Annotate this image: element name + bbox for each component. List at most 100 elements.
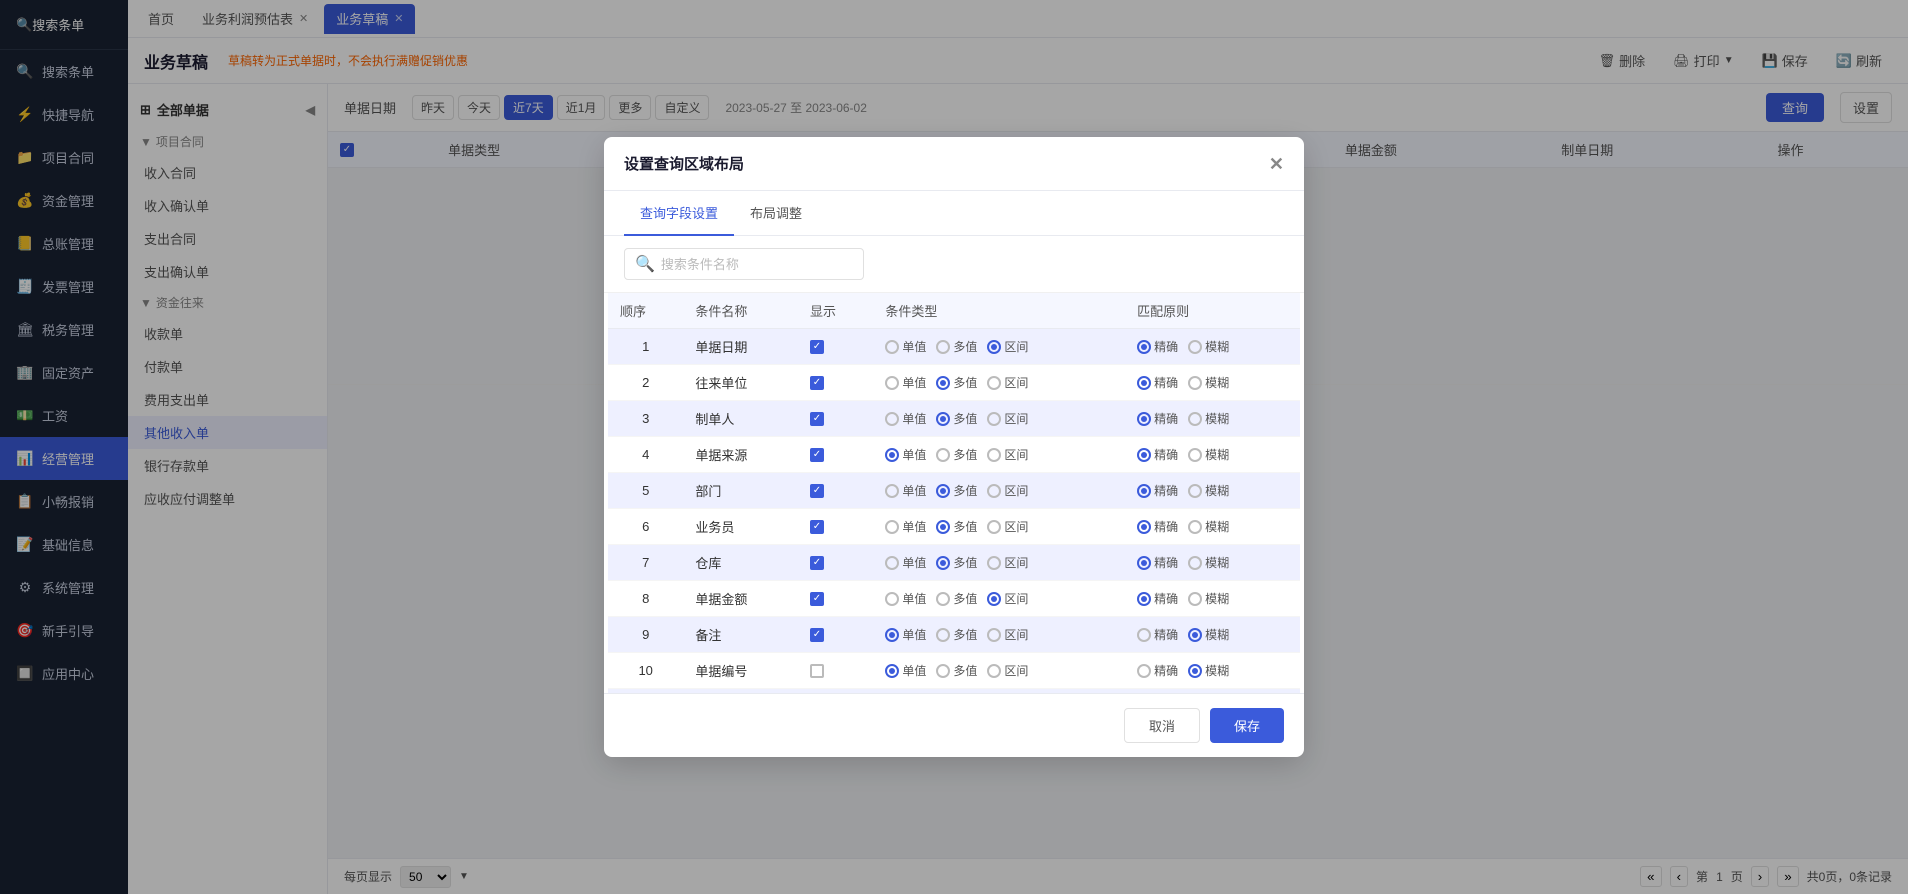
condition-type-radio-label[interactable]: 区间 [987,554,1028,571]
radio-button[interactable] [987,556,1001,570]
radio-button[interactable] [987,520,1001,534]
condition-type-radio-label[interactable]: 单值 [885,446,926,463]
match-radio-label[interactable]: 模糊 [1188,338,1229,355]
radio-button[interactable] [936,412,950,426]
radio-button[interactable] [987,376,1001,390]
condition-type-radio-label[interactable]: 多值 [936,662,977,679]
condition-type-radio-label[interactable]: 多值 [936,590,977,607]
modal-save-button[interactable]: 保存 [1210,708,1284,743]
match-radio-label[interactable]: 精确 [1137,374,1178,391]
match-radio-button[interactable] [1188,664,1202,678]
radio-button[interactable] [885,520,899,534]
modal-overlay[interactable]: 设置查询区域布局 ✕ 查询字段设置布局调整 🔍 顺序条件名称显示条件类型匹配原则… [0,0,1908,894]
display-checkbox[interactable] [810,664,824,678]
radio-button[interactable] [987,412,1001,426]
display-checkbox[interactable] [810,520,824,534]
radio-button[interactable] [936,484,950,498]
match-radio-label[interactable]: 精确 [1137,554,1178,571]
match-radio-label[interactable]: 模糊 [1188,662,1229,679]
radio-button[interactable] [987,664,1001,678]
display-checkbox[interactable] [810,592,824,606]
match-radio-button[interactable] [1137,664,1151,678]
radio-button[interactable] [885,340,899,354]
match-radio-label[interactable]: 模糊 [1188,482,1229,499]
match-radio-label[interactable]: 模糊 [1188,410,1229,427]
match-radio-button[interactable] [1137,412,1151,426]
match-radio-button[interactable] [1188,412,1202,426]
match-radio-label[interactable]: 精确 [1137,626,1178,643]
radio-button[interactable] [885,556,899,570]
radio-button[interactable] [936,376,950,390]
radio-button[interactable] [885,592,899,606]
condition-type-radio-label[interactable]: 单值 [885,518,926,535]
condition-type-radio-label[interactable]: 多值 [936,554,977,571]
condition-type-radio-label[interactable]: 单值 [885,554,926,571]
match-radio-button[interactable] [1137,376,1151,390]
condition-type-radio-label[interactable]: 区间 [987,482,1028,499]
match-radio-label[interactable]: 精确 [1137,518,1178,535]
radio-button[interactable] [987,592,1001,606]
cancel-button[interactable]: 取消 [1124,708,1200,743]
match-radio-button[interactable] [1137,592,1151,606]
condition-type-radio-label[interactable]: 多值 [936,518,977,535]
radio-button[interactable] [885,628,899,642]
display-checkbox[interactable] [810,448,824,462]
condition-type-radio-label[interactable]: 单值 [885,374,926,391]
radio-button[interactable] [987,340,1001,354]
modal-search-input[interactable] [661,257,853,272]
condition-type-radio-label[interactable]: 多值 [936,410,977,427]
match-radio-label[interactable]: 精确 [1137,482,1178,499]
radio-button[interactable] [936,628,950,642]
radio-button[interactable] [885,376,899,390]
display-checkbox[interactable] [810,556,824,570]
condition-type-radio-label[interactable]: 多值 [936,338,977,355]
display-checkbox[interactable] [810,412,824,426]
match-radio-button[interactable] [1188,448,1202,462]
match-radio-button[interactable] [1137,520,1151,534]
condition-type-radio-label[interactable]: 单值 [885,338,926,355]
condition-type-radio-label[interactable]: 区间 [987,626,1028,643]
radio-button[interactable] [936,592,950,606]
display-checkbox[interactable] [810,376,824,390]
radio-button[interactable] [936,520,950,534]
modal-close-button[interactable]: ✕ [1269,155,1284,173]
match-radio-label[interactable]: 模糊 [1188,554,1229,571]
condition-type-radio-label[interactable]: 区间 [987,518,1028,535]
match-radio-label[interactable]: 模糊 [1188,626,1229,643]
display-checkbox[interactable] [810,628,824,642]
condition-type-radio-label[interactable]: 区间 [987,374,1028,391]
match-radio-button[interactable] [1137,556,1151,570]
match-radio-label[interactable]: 精确 [1137,446,1178,463]
match-radio-button[interactable] [1137,448,1151,462]
match-radio-label[interactable]: 模糊 [1188,590,1229,607]
condition-type-radio-label[interactable]: 单值 [885,482,926,499]
match-radio-button[interactable] [1137,340,1151,354]
match-radio-button[interactable] [1188,592,1202,606]
display-checkbox[interactable] [810,340,824,354]
match-radio-button[interactable] [1188,628,1202,642]
modal-tab-layout_adjust[interactable]: 布局调整 [734,191,818,236]
match-radio-button[interactable] [1188,340,1202,354]
radio-button[interactable] [936,340,950,354]
condition-type-radio-label[interactable]: 单值 [885,626,926,643]
match-radio-label[interactable]: 精确 [1137,662,1178,679]
condition-type-radio-label[interactable]: 单值 [885,410,926,427]
radio-button[interactable] [885,664,899,678]
condition-type-radio-label[interactable]: 多值 [936,446,977,463]
match-radio-label[interactable]: 模糊 [1188,518,1229,535]
radio-button[interactable] [936,664,950,678]
match-radio-button[interactable] [1188,556,1202,570]
radio-button[interactable] [885,484,899,498]
condition-type-radio-label[interactable]: 多值 [936,374,977,391]
condition-type-radio-label[interactable]: 区间 [987,446,1028,463]
match-radio-button[interactable] [1188,520,1202,534]
condition-type-radio-label[interactable]: 区间 [987,338,1028,355]
match-radio-label[interactable]: 精确 [1137,590,1178,607]
radio-button[interactable] [987,448,1001,462]
radio-button[interactable] [885,448,899,462]
condition-type-radio-label[interactable]: 单值 [885,590,926,607]
condition-type-radio-label[interactable]: 单值 [885,662,926,679]
radio-button[interactable] [885,412,899,426]
match-radio-label[interactable]: 模糊 [1188,446,1229,463]
match-radio-button[interactable] [1188,376,1202,390]
